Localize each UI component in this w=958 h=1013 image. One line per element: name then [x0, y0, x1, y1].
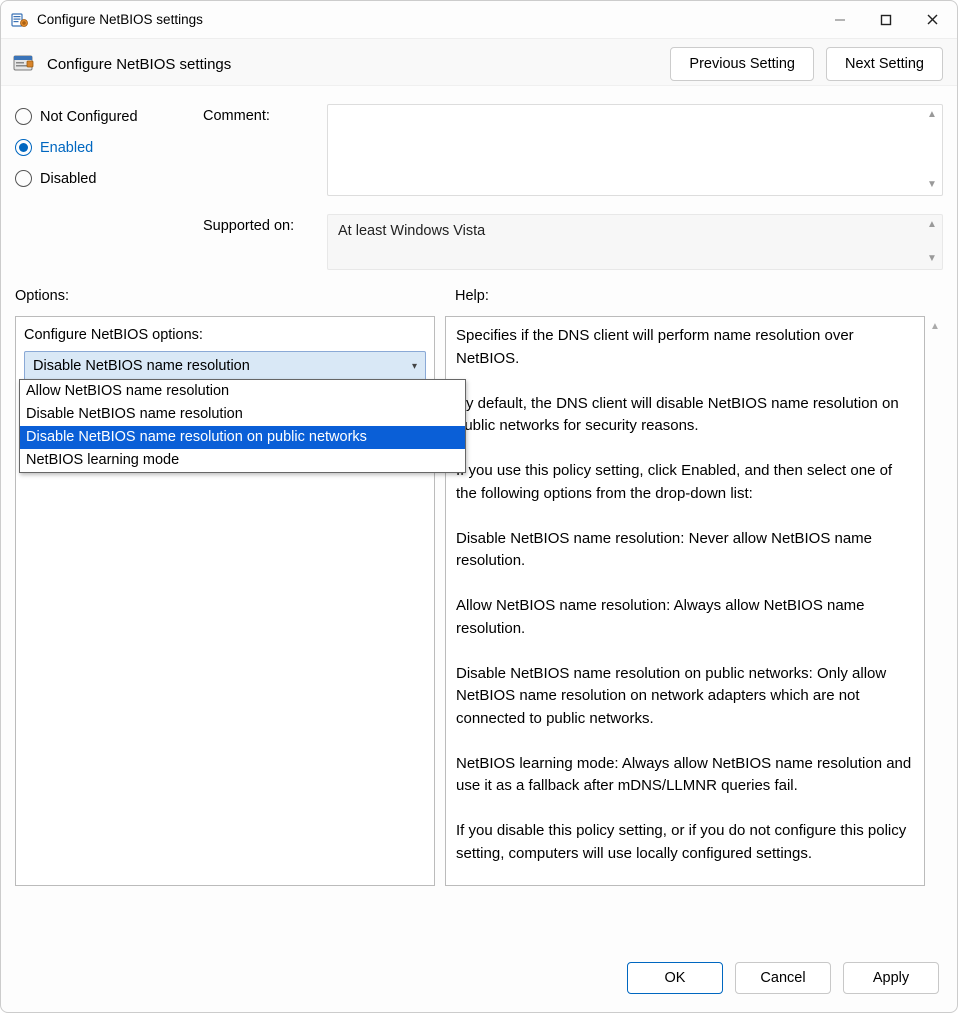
supported-label: Supported on:: [203, 214, 313, 270]
close-button[interactable]: [909, 4, 955, 36]
dropdown-option[interactable]: NetBIOS learning mode: [20, 449, 465, 472]
previous-setting-button[interactable]: Previous Setting: [670, 47, 814, 81]
scroll-down-icon[interactable]: ▼: [925, 178, 939, 192]
gpedit-icon: [11, 11, 29, 29]
panes-row: Configure NetBIOS options: Disable NetBI…: [1, 304, 957, 948]
options-config-label: Configure NetBIOS options:: [24, 327, 426, 343]
help-scrollbar[interactable]: ▲: [925, 316, 943, 886]
scroll-up-icon[interactable]: ▲: [925, 108, 939, 122]
dropdown-option[interactable]: Allow NetBIOS name resolution: [20, 380, 465, 403]
policy-editor-window: Configure NetBIOS settings Configure N: [0, 0, 958, 1013]
section-labels: Options: Help:: [1, 270, 957, 304]
meta-column: Comment: ▲ ▼ Supported on: At least Wind…: [203, 104, 943, 270]
help-pane: Specifies if the DNS client will perform…: [445, 316, 943, 886]
netbios-options-combobox[interactable]: Disable NetBIOS name resolution ▾: [24, 351, 426, 381]
upper-region: Not Configured Enabled Disabled Comment:…: [1, 86, 957, 270]
footer-buttons: OK Cancel Apply: [1, 948, 957, 1012]
supported-row: Supported on: At least Windows Vista ▲ ▼: [203, 214, 943, 270]
dropdown-option[interactable]: Disable NetBIOS name resolution: [20, 403, 465, 426]
scroll-up-icon[interactable]: ▲: [925, 218, 939, 232]
radio-label: Not Configured: [40, 109, 138, 125]
comment-row: Comment: ▲ ▼: [203, 104, 943, 196]
radio-not-configured[interactable]: Not Configured: [15, 108, 175, 125]
comment-input[interactable]: [327, 104, 943, 196]
comment-label: Comment:: [203, 104, 313, 196]
radio-icon: [15, 170, 32, 187]
chevron-down-icon: ▾: [412, 361, 417, 372]
supported-box-wrap: At least Windows Vista ▲ ▼: [327, 214, 943, 270]
radio-label: Enabled: [40, 140, 93, 156]
options-section-label: Options:: [15, 288, 435, 304]
scroll-down-icon[interactable]: ▼: [925, 252, 939, 266]
header-row: Configure NetBIOS settings Previous Sett…: [1, 39, 957, 86]
options-pane: Configure NetBIOS options: Disable NetBI…: [15, 316, 435, 886]
policy-heading: Configure NetBIOS settings: [47, 56, 658, 73]
combobox-selected-value: Disable NetBIOS name resolution: [33, 358, 250, 374]
radio-icon: [15, 139, 32, 156]
radio-enabled[interactable]: Enabled: [15, 139, 175, 156]
minimize-button[interactable]: [817, 4, 863, 36]
policy-heading-icon: [13, 54, 35, 74]
radio-label: Disabled: [40, 171, 96, 187]
help-text: Specifies if the DNS client will perform…: [445, 316, 925, 886]
window-controls: [817, 4, 955, 36]
netbios-options-dropdown-list[interactable]: Allow NetBIOS name resolutionDisable Net…: [19, 379, 466, 473]
apply-button[interactable]: Apply: [843, 962, 939, 994]
comment-box-wrap: ▲ ▼: [327, 104, 943, 196]
dropdown-option[interactable]: Disable NetBIOS name resolution on publi…: [20, 426, 465, 449]
titlebar: Configure NetBIOS settings: [1, 1, 957, 39]
ok-button[interactable]: OK: [627, 962, 723, 994]
radio-disabled[interactable]: Disabled: [15, 170, 175, 187]
window-title: Configure NetBIOS settings: [37, 12, 817, 27]
help-section-label: Help:: [455, 288, 489, 304]
supported-value: At least Windows Vista: [327, 214, 943, 270]
netbios-options-dropdown-wrap: Disable NetBIOS name resolution ▾ Allow …: [24, 351, 426, 381]
radio-icon: [15, 108, 32, 125]
cancel-button[interactable]: Cancel: [735, 962, 831, 994]
scroll-up-icon[interactable]: ▲: [928, 320, 942, 334]
state-radio-group: Not Configured Enabled Disabled: [15, 104, 175, 270]
next-setting-button[interactable]: Next Setting: [826, 47, 943, 81]
maximize-button[interactable]: [863, 4, 909, 36]
